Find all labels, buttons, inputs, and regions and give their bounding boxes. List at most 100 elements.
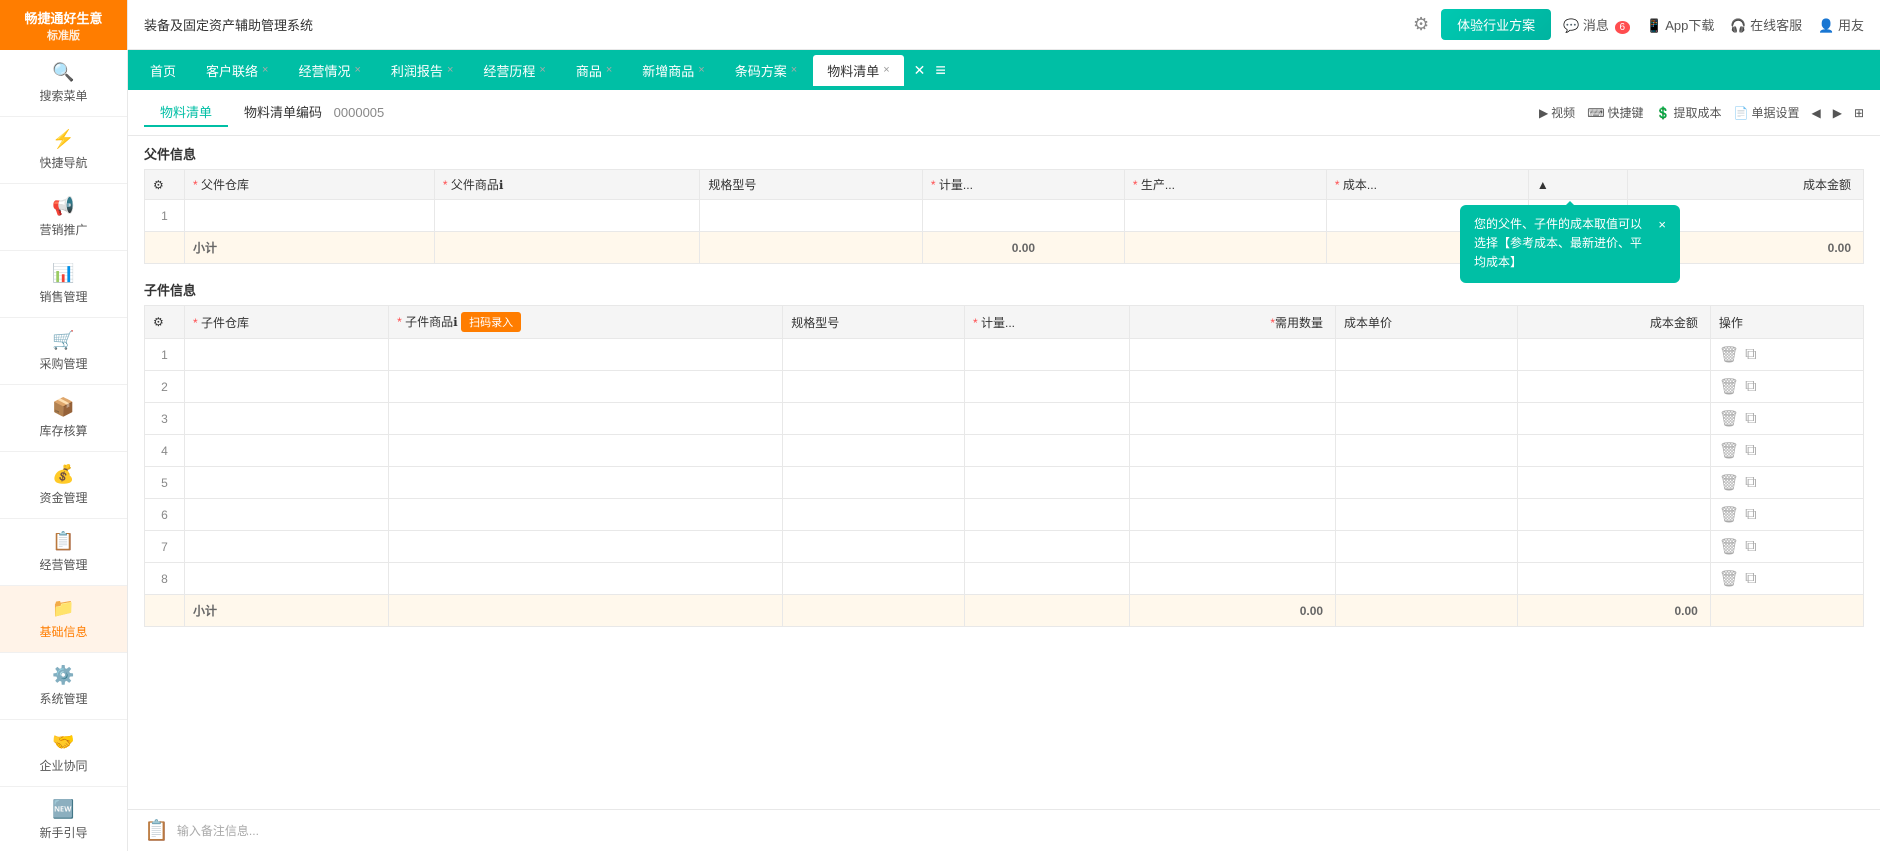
- nav-prev-button[interactable]: ◀: [1811, 106, 1820, 120]
- trial-button[interactable]: 体验行业方案: [1441, 9, 1551, 40]
- copy-icon[interactable]: ⧉: [1745, 378, 1756, 396]
- child-spec-cell[interactable]: [783, 371, 965, 403]
- delete-icon[interactable]: 🗑: [1719, 569, 1739, 589]
- subtab-bom-code[interactable]: 物料清单编码 0000005: [228, 98, 400, 127]
- child-goods-cell[interactable]: [389, 435, 783, 467]
- parent-col-settings[interactable]: ⚙: [145, 170, 185, 200]
- parent-spec-cell[interactable]: [700, 200, 923, 232]
- child-unit-price-cell[interactable]: [1336, 435, 1518, 467]
- message-button[interactable]: 💬 消息 6: [1563, 15, 1630, 34]
- close-icon[interactable]: ×: [698, 64, 704, 76]
- child-goods-cell[interactable]: [389, 339, 783, 371]
- child-unit-cell[interactable]: [964, 371, 1129, 403]
- child-unit-cell[interactable]: [964, 563, 1129, 595]
- child-unit-cell[interactable]: [964, 531, 1129, 563]
- child-quantity-cell[interactable]: [1130, 531, 1336, 563]
- child-unit-price-cell[interactable]: [1336, 339, 1518, 371]
- close-icon[interactable]: ×: [791, 64, 797, 76]
- child-warehouse-cell[interactable]: [185, 435, 389, 467]
- scan-button[interactable]: 扫码录入: [461, 312, 521, 332]
- delete-icon[interactable]: 🗑: [1719, 441, 1739, 461]
- tab-home[interactable]: 首页: [136, 55, 190, 86]
- close-icon[interactable]: ×: [883, 64, 889, 76]
- delete-icon[interactable]: 🗑: [1719, 345, 1739, 365]
- add-remark-icon[interactable]: 📋: [144, 818, 169, 843]
- sidebar-item-collab[interactable]: 🤝 企业协同: [0, 720, 127, 787]
- close-icon[interactable]: ×: [539, 64, 545, 76]
- child-warehouse-cell[interactable]: [185, 403, 389, 435]
- child-quantity-cell[interactable]: [1130, 563, 1336, 595]
- copy-icon[interactable]: ⧉: [1745, 410, 1756, 428]
- tab-customer[interactable]: 客户联络 ×: [192, 55, 282, 86]
- gear-icon[interactable]: ⚙: [1413, 14, 1429, 35]
- close-icon[interactable]: ×: [262, 64, 268, 76]
- copy-icon[interactable]: ⧉: [1745, 474, 1756, 492]
- tab-barcode[interactable]: 条码方案 ×: [721, 55, 811, 86]
- parent-goods-cell[interactable]: [434, 200, 700, 232]
- tab-operation-status[interactable]: 经营情况 ×: [284, 55, 374, 86]
- nav-close-all-button[interactable]: ✕: [914, 62, 926, 79]
- parent-unit-cell[interactable]: [922, 200, 1124, 232]
- sidebar-item-finance[interactable]: 💰 资金管理: [0, 452, 127, 519]
- sidebar-item-system[interactable]: ⚙️ 系统管理: [0, 653, 127, 720]
- child-warehouse-cell[interactable]: [185, 563, 389, 595]
- child-unit-price-cell[interactable]: [1336, 531, 1518, 563]
- sidebar-item-operation[interactable]: 📋 经营管理: [0, 519, 127, 586]
- sidebar-item-guide[interactable]: 🆕 新手引导: [0, 787, 127, 851]
- sidebar-item-purchase[interactable]: 🛒 采购管理: [0, 318, 127, 385]
- child-warehouse-cell[interactable]: [185, 499, 389, 531]
- tab-bom[interactable]: 物料清单 ×: [813, 55, 903, 86]
- child-col-settings[interactable]: ⚙: [145, 306, 185, 339]
- remark-placeholder[interactable]: 输入备注信息...: [177, 822, 259, 839]
- copy-icon[interactable]: ⧉: [1745, 346, 1756, 364]
- delete-icon[interactable]: 🗑: [1719, 473, 1739, 493]
- child-goods-cell[interactable]: [389, 563, 783, 595]
- copy-icon[interactable]: ⧉: [1745, 570, 1756, 588]
- child-goods-cell[interactable]: [389, 403, 783, 435]
- delete-icon[interactable]: 🗑: [1719, 377, 1739, 397]
- child-spec-cell[interactable]: [783, 339, 965, 371]
- child-unit-price-cell[interactable]: [1336, 403, 1518, 435]
- delete-icon[interactable]: 🗑: [1719, 537, 1739, 557]
- sidebar-item-basic[interactable]: 📁 基础信息: [0, 586, 127, 653]
- tab-profit[interactable]: 利润报告 ×: [377, 55, 467, 86]
- sidebar-item-marketing[interactable]: 📢 营销推广: [0, 184, 127, 251]
- subtab-bom-list[interactable]: 物料清单: [144, 98, 228, 127]
- child-quantity-cell[interactable]: [1130, 467, 1336, 499]
- child-goods-cell[interactable]: [389, 499, 783, 531]
- nav-next-button[interactable]: ▶: [1833, 106, 1842, 120]
- child-spec-cell[interactable]: [783, 499, 965, 531]
- child-goods-cell[interactable]: [389, 371, 783, 403]
- online-service-button[interactable]: 🎧 在线客服: [1730, 15, 1802, 34]
- delete-icon[interactable]: 🗑: [1719, 409, 1739, 429]
- parent-warehouse-cell[interactable]: [185, 200, 435, 232]
- child-unit-cell[interactable]: [964, 435, 1129, 467]
- sidebar-item-sales[interactable]: 📊 销售管理: [0, 251, 127, 318]
- copy-icon[interactable]: ⧉: [1745, 506, 1756, 524]
- tab-goods[interactable]: 商品 ×: [562, 55, 626, 86]
- child-warehouse-cell[interactable]: [185, 339, 389, 371]
- child-spec-cell[interactable]: [783, 563, 965, 595]
- child-unit-price-cell[interactable]: [1336, 467, 1518, 499]
- app-download-button[interactable]: 📱 App下载: [1646, 15, 1714, 34]
- child-unit-cell[interactable]: [964, 499, 1129, 531]
- child-unit-price-cell[interactable]: [1336, 371, 1518, 403]
- grid-view-button[interactable]: ⊞: [1854, 106, 1864, 120]
- child-quantity-cell[interactable]: [1130, 435, 1336, 467]
- cost-action[interactable]: 💲 提取成本: [1656, 104, 1722, 121]
- child-goods-cell[interactable]: [389, 531, 783, 563]
- child-spec-cell[interactable]: [783, 467, 965, 499]
- nav-more-button[interactable]: ≡: [935, 60, 946, 81]
- parent-production-cell[interactable]: [1124, 200, 1326, 232]
- child-unit-price-cell[interactable]: [1336, 563, 1518, 595]
- tooltip-close-button[interactable]: ×: [1658, 215, 1666, 236]
- child-goods-cell[interactable]: [389, 467, 783, 499]
- child-unit-cell[interactable]: [964, 403, 1129, 435]
- child-warehouse-cell[interactable]: [185, 467, 389, 499]
- child-quantity-cell[interactable]: [1130, 371, 1336, 403]
- close-icon[interactable]: ×: [447, 64, 453, 76]
- child-unit-cell[interactable]: [964, 339, 1129, 371]
- tab-operation-history[interactable]: 经营历程 ×: [469, 55, 559, 86]
- child-quantity-cell[interactable]: [1130, 339, 1336, 371]
- receipt-action[interactable]: 📄 单据设置: [1734, 104, 1800, 121]
